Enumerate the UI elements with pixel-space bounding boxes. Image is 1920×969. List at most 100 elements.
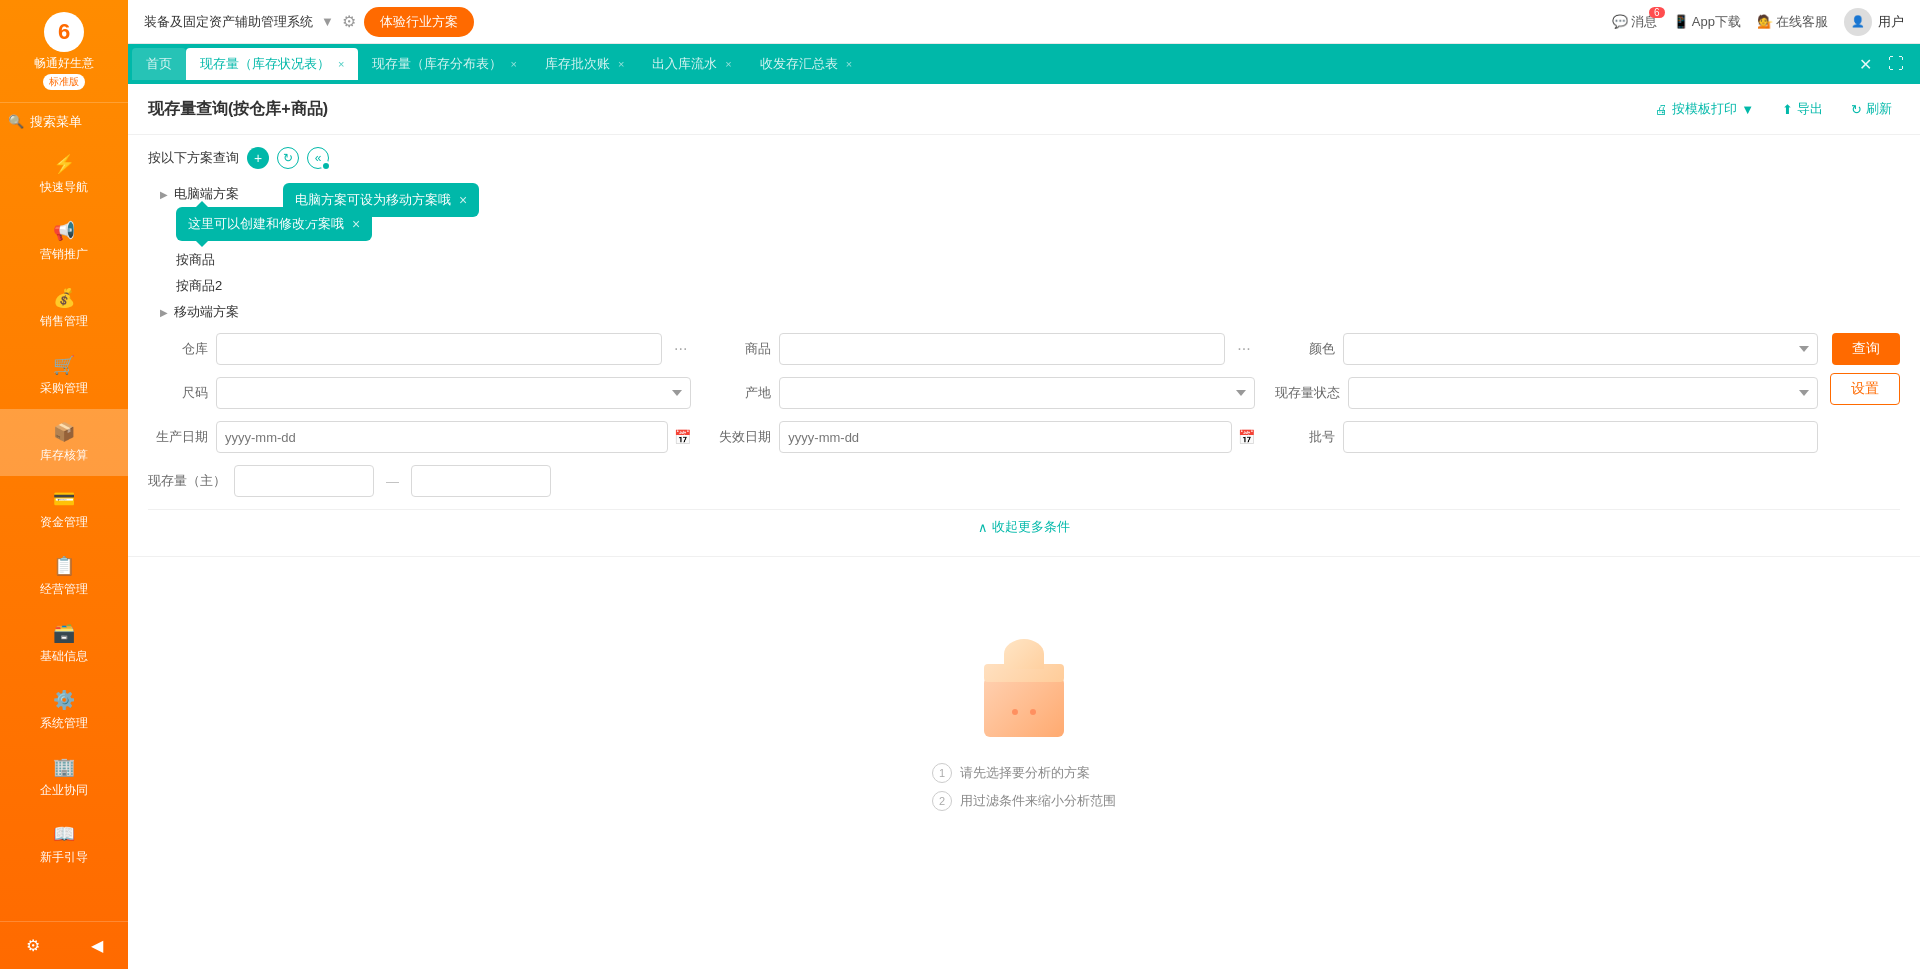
tabs-bar: 首页 现存量（库存状况表） × 现存量（库存分布表） × 库存批次账 × 出入库…: [128, 44, 1920, 84]
user-profile-button[interactable]: 👤 用户: [1844, 8, 1904, 36]
filter-header: 按以下方案查询 + ↻ «: [148, 147, 1900, 169]
filter-batch-row: 批号: [1275, 421, 1818, 453]
collapse-sidebar-button[interactable]: ◀: [87, 932, 107, 959]
sidebar-item-label: 基础信息: [40, 648, 88, 665]
filter-color-row: 颜色: [1275, 333, 1818, 365]
settings-button[interactable]: ⚙: [22, 932, 44, 959]
stock-status-select[interactable]: [1348, 377, 1818, 409]
sidebar-item-enterprise[interactable]: 🏢 企业协同: [0, 744, 128, 811]
tab-inventory-status-close[interactable]: ×: [338, 58, 344, 70]
sidebar-item-finance[interactable]: 💳 资金管理: [0, 476, 128, 543]
maximize-button[interactable]: ⛶: [1884, 51, 1908, 77]
warehouse-input[interactable]: [216, 333, 662, 365]
sidebar-item-inventory[interactable]: 📦 库存核算: [0, 409, 128, 476]
add-scheme-button[interactable]: +: [247, 147, 269, 169]
stock-main-from-input[interactable]: [234, 465, 374, 497]
print-button[interactable]: 🖨 按模板打印 ▼: [1647, 96, 1762, 122]
logo-icon: 6: [44, 12, 84, 52]
sidebar-item-label: 经营管理: [40, 581, 88, 598]
scheme-sub-item-2[interactable]: 按商品2: [176, 273, 1900, 299]
tab-inventory-status[interactable]: 现存量（库存状况表） ×: [186, 48, 358, 80]
tab-home[interactable]: 首页: [132, 48, 186, 80]
tab-receive-send-close[interactable]: ×: [846, 58, 852, 70]
mobile-scheme-item[interactable]: ▶ 移动端方案: [160, 299, 1900, 325]
goods-input[interactable]: [779, 333, 1225, 365]
sidebar-item-quick-nav[interactable]: ⚡ 快速导航: [0, 141, 128, 208]
goods-dots[interactable]: ···: [1233, 340, 1254, 358]
online-service-button[interactable]: 💁 在线客服: [1757, 13, 1828, 31]
prod-date-input[interactable]: [216, 421, 668, 453]
export-label: 导出: [1797, 100, 1823, 118]
filter-actions: 查询 设置: [1830, 333, 1900, 405]
collapse-bar[interactable]: ∧ 收起更多条件: [148, 509, 1900, 544]
color-label: 颜色: [1275, 340, 1335, 358]
expire-date-input[interactable]: [779, 421, 1231, 453]
set-button[interactable]: 设置: [1830, 373, 1900, 405]
settings-gear-icon[interactable]: ⚙: [342, 12, 356, 31]
sidebar-item-system[interactable]: ⚙️ 系统管理: [0, 677, 128, 744]
tab-inout-flow[interactable]: 出入库流水 ×: [638, 48, 745, 80]
warehouse-dots[interactable]: ···: [670, 340, 691, 358]
color-select[interactable]: [1343, 333, 1818, 365]
sidebar-item-marketing[interactable]: 📢 营销推广: [0, 208, 128, 275]
trial-button[interactable]: 体验行业方案: [364, 7, 474, 37]
sidebar-item-basic[interactable]: 🗃️ 基础信息: [0, 610, 128, 677]
stock-range-separator: —: [382, 474, 403, 489]
empty-steps: 1 请先选择要分析的方案 2 用过滤条件来缩小分析范围: [932, 763, 1116, 811]
header-left: 装备及固定资产辅助管理系统 ▼ ⚙ 体验行业方案: [144, 7, 474, 37]
tab-receive-send[interactable]: 收发存汇总表 ×: [746, 48, 866, 80]
system-icon: ⚙️: [53, 689, 75, 711]
page-title-bar: 现存量查询(按仓库+商品) 🖨 按模板打印 ▼ ⬆ 导出 ↻ 刷新: [128, 84, 1920, 135]
close-all-tabs-button[interactable]: ✕: [1855, 51, 1876, 78]
origin-label: 产地: [711, 384, 771, 402]
sidebar-item-label: 新手引导: [40, 849, 88, 866]
scheme-sub-label-2: 按商品2: [176, 277, 222, 295]
empty-step-1: 1 请先选择要分析的方案: [932, 763, 1116, 783]
scheme-tooltip-wrapper: 电脑方案可设为移动方案哦 ×: [283, 183, 479, 217]
app-download-button[interactable]: 📱 App下载: [1673, 13, 1741, 31]
avatar: 👤: [1844, 8, 1872, 36]
search-menu-label: 搜索菜单: [30, 113, 82, 131]
expire-date-calendar-icon[interactable]: 📅: [1238, 429, 1255, 445]
refresh-button[interactable]: ↻ 刷新: [1843, 96, 1900, 122]
guide-icon: 📖: [53, 823, 75, 845]
scheme-sub-item-1[interactable]: 按商品: [176, 247, 1900, 273]
tab-batch-account-close[interactable]: ×: [618, 58, 624, 70]
export-button[interactable]: ⬆ 导出: [1774, 96, 1831, 122]
system-dropdown-icon[interactable]: ▼: [321, 14, 334, 29]
tab-inventory-dist-close[interactable]: ×: [510, 58, 516, 70]
sidebar-item-label: 营销推广: [40, 246, 88, 263]
message-button[interactable]: 💬 消息 6: [1612, 13, 1657, 31]
sidebar-item-sales[interactable]: 💰 销售管理: [0, 275, 128, 342]
filter-goods-row: 商品 ···: [711, 333, 1254, 365]
sidebar-item-operation[interactable]: 📋 经营管理: [0, 543, 128, 610]
batch-input[interactable]: [1343, 421, 1818, 453]
sidebar-item-guide[interactable]: 📖 新手引导: [0, 811, 128, 878]
scheme-tooltip-close[interactable]: ×: [459, 192, 467, 208]
sidebar-logo: 6 畅通好生意 标准版: [0, 0, 128, 103]
stock-main-to-input[interactable]: [411, 465, 551, 497]
sidebar-item-label: 销售管理: [40, 313, 88, 330]
size-label: 尺码: [148, 384, 208, 402]
origin-select[interactable]: [779, 377, 1254, 409]
prod-date-label: 生产日期: [148, 428, 208, 446]
query-button[interactable]: 查询: [1832, 333, 1900, 365]
filter-origin-row: 产地: [711, 377, 1254, 409]
export-icon: ⬆: [1782, 102, 1793, 117]
main-content: 现存量查询(按仓库+商品) 🖨 按模板打印 ▼ ⬆ 导出 ↻ 刷新 按以下方案查…: [128, 84, 1920, 969]
edit-scheme-tooltip-close[interactable]: ×: [352, 216, 360, 232]
filter-section: 按以下方案查询 + ↻ « 电脑方案可设为移动方案哦 × ▶ 电脑端方案 这里可…: [128, 135, 1920, 557]
phone-icon: 📱: [1673, 14, 1689, 29]
stock-main-label: 现存量（主）: [148, 472, 226, 490]
message-icon: 💬: [1612, 14, 1628, 29]
search-menu-item[interactable]: 🔍 搜索菜单: [0, 103, 128, 141]
prod-date-calendar-icon[interactable]: 📅: [674, 429, 691, 445]
sidebar-item-purchase[interactable]: 🛒 采购管理: [0, 342, 128, 409]
tab-inout-flow-close[interactable]: ×: [725, 58, 731, 70]
tab-batch-account[interactable]: 库存批次账 ×: [531, 48, 638, 80]
tab-inventory-dist[interactable]: 现存量（库存分布表） ×: [358, 48, 530, 80]
refresh-scheme-button[interactable]: ↻: [277, 147, 299, 169]
sidebar-item-label: 采购管理: [40, 380, 88, 397]
filter-label: 按以下方案查询: [148, 149, 239, 167]
size-select[interactable]: [216, 377, 691, 409]
